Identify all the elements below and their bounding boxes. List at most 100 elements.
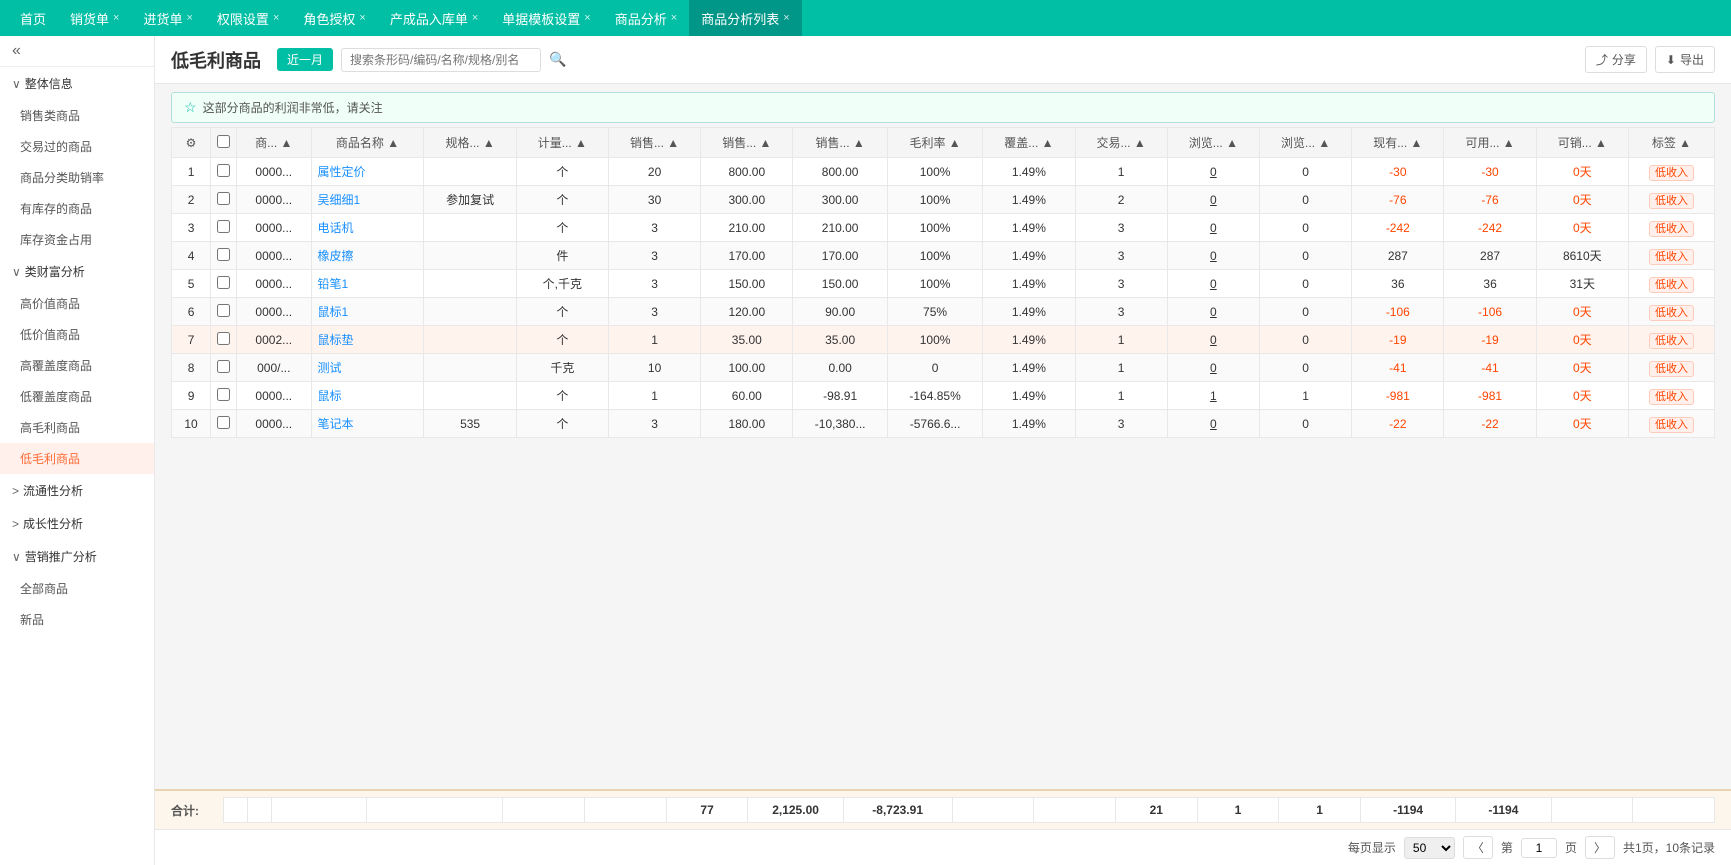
row-checkbox[interactable] (217, 388, 230, 401)
sidebar-item-商品分类助销率[interactable]: 商品分类助销率 (0, 162, 154, 193)
row-checkbox[interactable] (217, 360, 230, 373)
view1-link[interactable]: 0 (1210, 305, 1217, 319)
row-checkbox-cell[interactable] (211, 298, 237, 326)
nav-item-产成品入库单[interactable]: 产成品入库单× (378, 0, 490, 36)
row-checkbox[interactable] (217, 220, 230, 233)
nav-close-icon[interactable]: × (113, 12, 119, 24)
row-view1[interactable]: 1 (1167, 382, 1259, 410)
sidebar-section-营销推广分析[interactable]: ∨ 营销推广分析 (0, 540, 154, 573)
row-name[interactable]: 鼠标1 (311, 298, 424, 326)
col-sales-price[interactable]: 销售... ▲ (701, 128, 793, 158)
nav-item-角色授权[interactable]: 角色授权× (291, 0, 377, 36)
table-container[interactable]: ⚙ 商... ▲ 商品名称 ▲ 规格... ▲ 计量... ▲ 销售... ▲ … (155, 127, 1731, 789)
row-view1[interactable]: 0 (1167, 354, 1259, 382)
row-checkbox-cell[interactable] (211, 158, 237, 186)
nav-item-首页[interactable]: 首页 (8, 0, 58, 36)
nav-item-权限设置[interactable]: 权限设置× (205, 0, 291, 36)
col-settings[interactable]: ⚙ (172, 128, 211, 158)
sidebar-item-销售类商品[interactable]: 销售类商品 (0, 100, 154, 131)
nav-close-icon[interactable]: × (472, 12, 478, 24)
sidebar-item-新品[interactable]: 新品 (0, 604, 154, 635)
sidebar-section-整体信息[interactable]: ∨ 整体信息 (0, 67, 154, 100)
sidebar-item-低价值商品[interactable]: 低价值商品 (0, 319, 154, 350)
row-name[interactable]: 属性定价 (311, 158, 424, 186)
export-btn[interactable]: ⬇ 导出 (1655, 46, 1715, 73)
row-checkbox-cell[interactable] (211, 354, 237, 382)
row-checkbox[interactable] (217, 164, 230, 177)
sidebar-item-高价值商品[interactable]: 高价值商品 (0, 288, 154, 319)
sidebar-item-全部商品[interactable]: 全部商品 (0, 573, 154, 604)
sidebar-item-交易过的商品[interactable]: 交易过的商品 (0, 131, 154, 162)
row-checkbox-cell[interactable] (211, 410, 237, 438)
nav-item-进货单[interactable]: 进货单× (131, 0, 204, 36)
sidebar-section-流通性分析[interactable]: > 流通性分析 (0, 474, 154, 507)
col-code[interactable]: 商... ▲ (237, 128, 311, 158)
sidebar-item-库存资金占用[interactable]: 库存资金占用 (0, 224, 154, 255)
row-view1[interactable]: 0 (1167, 242, 1259, 270)
row-view1[interactable]: 0 (1167, 298, 1259, 326)
view1-link[interactable]: 0 (1210, 333, 1217, 347)
col-trade-count[interactable]: 交易... ▲ (1075, 128, 1167, 158)
sidebar-item-低覆盖度商品[interactable]: 低覆盖度商品 (0, 381, 154, 412)
sidebar-item-高覆盖度商品[interactable]: 高覆盖度商品 (0, 350, 154, 381)
nav-close-icon[interactable]: × (671, 12, 677, 24)
share-btn[interactable]: ⤴ 分享 (1585, 46, 1647, 73)
col-unit[interactable]: 计量... ▲ (516, 128, 608, 158)
nav-close-icon[interactable]: × (359, 12, 365, 24)
per-page-select[interactable]: 50 100 200 (1404, 837, 1455, 859)
row-checkbox[interactable] (217, 192, 230, 205)
nav-item-销货单[interactable]: 销货单× (58, 0, 131, 36)
nav-item-单据模板设置[interactable]: 单据模板设置× (490, 0, 602, 36)
col-sales-profit[interactable]: 销售... ▲ (793, 128, 887, 158)
col-name[interactable]: 商品名称 ▲ (311, 128, 424, 158)
view1-link[interactable]: 0 (1210, 417, 1217, 431)
row-checkbox-cell[interactable] (211, 382, 237, 410)
col-sales-qty[interactable]: 销售... ▲ (608, 128, 700, 158)
view1-link[interactable]: 0 (1210, 221, 1217, 235)
sidebar-item-高毛利商品[interactable]: 高毛利商品 (0, 412, 154, 443)
row-name[interactable]: 笔记本 (311, 410, 424, 438)
prev-page-btn[interactable]: 〈 (1463, 836, 1493, 859)
row-name[interactable]: 橡皮擦 (311, 242, 424, 270)
view1-link[interactable]: 0 (1210, 165, 1217, 179)
row-name[interactable]: 电话机 (311, 214, 424, 242)
row-checkbox[interactable] (217, 276, 230, 289)
col-available[interactable]: 可用... ▲ (1444, 128, 1536, 158)
row-name[interactable]: 测试 (311, 354, 424, 382)
view1-link[interactable]: 0 (1210, 361, 1217, 375)
row-checkbox[interactable] (217, 332, 230, 345)
nav-item-商品分析列表[interactable]: 商品分析列表× (689, 0, 801, 36)
row-view1[interactable]: 0 (1167, 270, 1259, 298)
nav-close-icon[interactable]: × (783, 12, 789, 24)
row-checkbox[interactable] (217, 248, 230, 261)
nav-item-商品分析[interactable]: 商品分析× (603, 0, 689, 36)
col-gross-margin[interactable]: 毛利率 ▲ (887, 128, 982, 158)
row-name[interactable]: 鼠标垫 (311, 326, 424, 354)
view1-link[interactable]: 0 (1210, 193, 1217, 207)
row-view1[interactable]: 0 (1167, 326, 1259, 354)
row-name[interactable]: 吴细细1 (311, 186, 424, 214)
view1-link[interactable]: 1 (1210, 389, 1217, 403)
sidebar-section-类财富分析[interactable]: ∨ 类财富分析 (0, 255, 154, 288)
col-tag[interactable]: 标签 ▲ (1628, 128, 1714, 158)
row-checkbox[interactable] (217, 416, 230, 429)
row-checkbox[interactable] (217, 304, 230, 317)
row-name[interactable]: 铅笔1 (311, 270, 424, 298)
row-checkbox-cell[interactable] (211, 186, 237, 214)
sidebar-item-有库存的商品[interactable]: 有库存的商品 (0, 193, 154, 224)
search-icon-btn[interactable]: 🔍 (549, 51, 566, 68)
row-view1[interactable]: 0 (1167, 186, 1259, 214)
row-checkbox-cell[interactable] (211, 326, 237, 354)
page-input[interactable] (1521, 838, 1557, 858)
view1-link[interactable]: 0 (1210, 277, 1217, 291)
sidebar-collapse-btn[interactable]: « (8, 42, 25, 60)
row-checkbox-cell[interactable] (211, 242, 237, 270)
col-spec[interactable]: 规格... ▲ (424, 128, 516, 158)
col-view2[interactable]: 浏览... ▲ (1259, 128, 1351, 158)
col-view1[interactable]: 浏览... ▲ (1167, 128, 1259, 158)
select-all-checkbox[interactable] (217, 135, 230, 148)
next-page-btn[interactable]: 〉 (1585, 836, 1615, 859)
row-view1[interactable]: 0 (1167, 158, 1259, 186)
date-filter-btn[interactable]: 近一月 (277, 48, 333, 71)
col-checkbox[interactable] (211, 128, 237, 158)
